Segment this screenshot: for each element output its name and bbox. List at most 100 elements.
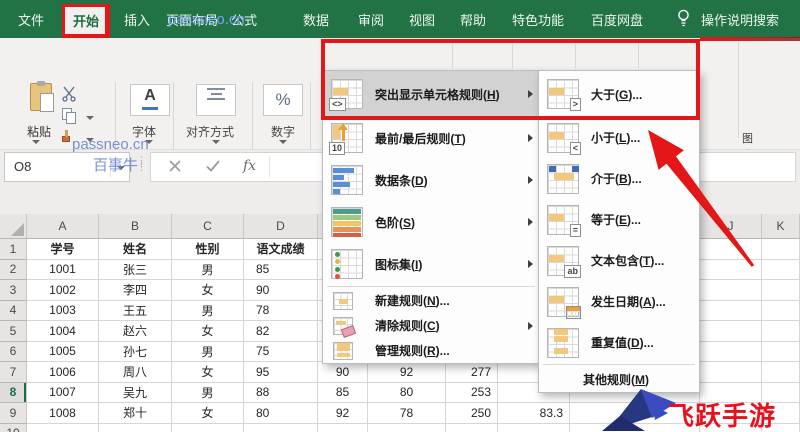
tab-data[interactable]: 数据 (303, 10, 329, 29)
copy-dropdown-caret[interactable] (86, 116, 94, 120)
tab-formulas[interactable]: 公式 (231, 10, 257, 29)
tell-me-search[interactable]: 操作说明搜索 (701, 10, 779, 29)
cancel-icon[interactable] (169, 160, 181, 175)
cell-A9[interactable]: 1008 (27, 403, 99, 424)
paste-dropdown-caret[interactable] (32, 140, 40, 144)
cell-A3[interactable]: 1002 (27, 280, 99, 301)
cell-F10[interactable] (368, 423, 446, 432)
cell-D4[interactable]: 78 (244, 300, 318, 321)
column-header-J[interactable]: J (700, 214, 762, 239)
cell-I9[interactable] (570, 403, 700, 424)
cell-K7[interactable] (762, 362, 800, 383)
column-header-A[interactable]: A (27, 214, 99, 239)
cell-B1[interactable]: 姓名 (99, 239, 172, 260)
cell-A1[interactable]: 学号 (27, 239, 99, 260)
row-header-6[interactable]: 6 (0, 341, 27, 362)
cell-B9[interactable]: 郑十 (99, 403, 172, 424)
cell-K10[interactable] (762, 423, 800, 432)
cell-B4[interactable]: 王五 (99, 300, 172, 321)
cell-C8[interactable]: 男 (172, 382, 244, 403)
cell-C1[interactable]: 性别 (172, 239, 244, 260)
cell-B10[interactable] (99, 423, 172, 432)
cell-C3[interactable]: 女 (172, 280, 244, 301)
cell-K9[interactable] (762, 403, 800, 424)
menu-item-new-rule[interactable]: 新建规则(N)... (323, 288, 539, 313)
name-box[interactable]: O8 (4, 152, 130, 182)
menu-item-equal-to[interactable]: = 等于(E)... (539, 199, 699, 240)
menu-item-color-scales[interactable]: 色阶(S) (323, 201, 539, 243)
menu-item-duplicate-values[interactable]: 重复值(D)... (539, 322, 699, 363)
cell-D3[interactable]: 90 (244, 280, 318, 301)
tab-page-layout[interactable]: 页面布局 (166, 10, 218, 29)
tab-file[interactable]: 文件 (18, 10, 44, 29)
cell-K6[interactable] (762, 341, 800, 362)
tab-baidu-netdisk[interactable]: 百度网盘 (591, 10, 643, 29)
cell-D10[interactable] (244, 423, 318, 432)
row-header-9[interactable]: 9 (0, 403, 27, 424)
cell-K3[interactable] (762, 280, 800, 301)
cell-E10[interactable] (318, 423, 368, 432)
menu-item-between[interactable]: 介于(B)... (539, 158, 699, 199)
cell-J1[interactable] (700, 239, 762, 260)
menu-item-top-bottom-rules[interactable]: 10 最前/最后规则(T) (323, 117, 539, 159)
copy-button[interactable] (62, 108, 78, 126)
cell-J9[interactable] (700, 403, 762, 424)
row-header-1[interactable]: 1 (0, 239, 27, 260)
menu-item-data-bars[interactable]: 数据条(D) (323, 159, 539, 201)
cell-E9[interactable]: 92 (318, 403, 368, 424)
cell-C2[interactable]: 男 (172, 259, 244, 280)
cell-A8[interactable]: 1007 (27, 382, 99, 403)
cell-F8[interactable]: 80 (368, 382, 446, 403)
cell-A4[interactable]: 1003 (27, 300, 99, 321)
cell-G10[interactable] (446, 423, 498, 432)
font-group-button[interactable]: A (130, 84, 170, 116)
menu-item-icon-sets[interactable]: 图标集(I) (323, 243, 539, 285)
fx-icon[interactable]: fx (243, 158, 256, 174)
cell-J5[interactable] (700, 321, 762, 342)
formula-bar-resizer[interactable]: ⋮ ⋮ (136, 156, 147, 173)
cell-H10[interactable] (498, 423, 570, 432)
cell-D5[interactable]: 82 (244, 321, 318, 342)
alignment-group-caret[interactable] (212, 140, 220, 144)
cell-J3[interactable] (700, 280, 762, 301)
cell-A5[interactable]: 1004 (27, 321, 99, 342)
format-painter-button[interactable] (62, 130, 70, 142)
cell-G7[interactable]: 277 (446, 362, 498, 383)
cell-C7[interactable]: 女 (172, 362, 244, 383)
cell-C6[interactable]: 男 (172, 341, 244, 362)
cell-J6[interactable] (700, 341, 762, 362)
cell-A7[interactable]: 1006 (27, 362, 99, 383)
cell-J4[interactable] (700, 300, 762, 321)
cell-B7[interactable]: 周八 (99, 362, 172, 383)
cell-C4[interactable]: 男 (172, 300, 244, 321)
menu-item-greater-than[interactable]: > 大于(G)... (539, 71, 699, 117)
menu-item-more-rules[interactable]: 其他规则(M) (539, 366, 699, 392)
cell-D1[interactable]: 语文成绩 (244, 239, 318, 260)
cell-B2[interactable]: 张三 (99, 259, 172, 280)
cell-F9[interactable]: 78 (368, 403, 446, 424)
column-header-C[interactable]: C (172, 214, 244, 239)
paste-button[interactable] (30, 81, 54, 112)
cell-E7[interactable]: 90 (318, 362, 368, 383)
cell-I10[interactable] (570, 423, 700, 432)
tab-insert[interactable]: 插入 (124, 10, 150, 29)
row-header-8[interactable]: 8 (0, 382, 27, 403)
menu-item-clear-rules[interactable]: 清除规则(C) (323, 313, 539, 338)
cell-J10[interactable] (700, 423, 762, 432)
cell-G8[interactable]: 253 (446, 382, 498, 403)
cut-button[interactable] (62, 86, 76, 105)
cell-D6[interactable]: 75 (244, 341, 318, 362)
cell-J7[interactable] (700, 362, 762, 383)
cell-K2[interactable] (762, 259, 800, 280)
cell-A2[interactable]: 1001 (27, 259, 99, 280)
cell-H9[interactable]: 83.3 (498, 403, 570, 424)
cell-C9[interactable]: 女 (172, 403, 244, 424)
row-header-10[interactable]: 10 (0, 423, 27, 432)
cell-D9[interactable]: 80 (244, 403, 318, 424)
cell-D7[interactable]: 95 (244, 362, 318, 383)
cell-B5[interactable]: 赵六 (99, 321, 172, 342)
row-header-7[interactable]: 7 (0, 362, 27, 383)
tab-review[interactable]: 审阅 (358, 10, 384, 29)
tab-special-features[interactable]: 特色功能 (512, 10, 564, 29)
tab-view[interactable]: 视图 (409, 10, 435, 29)
